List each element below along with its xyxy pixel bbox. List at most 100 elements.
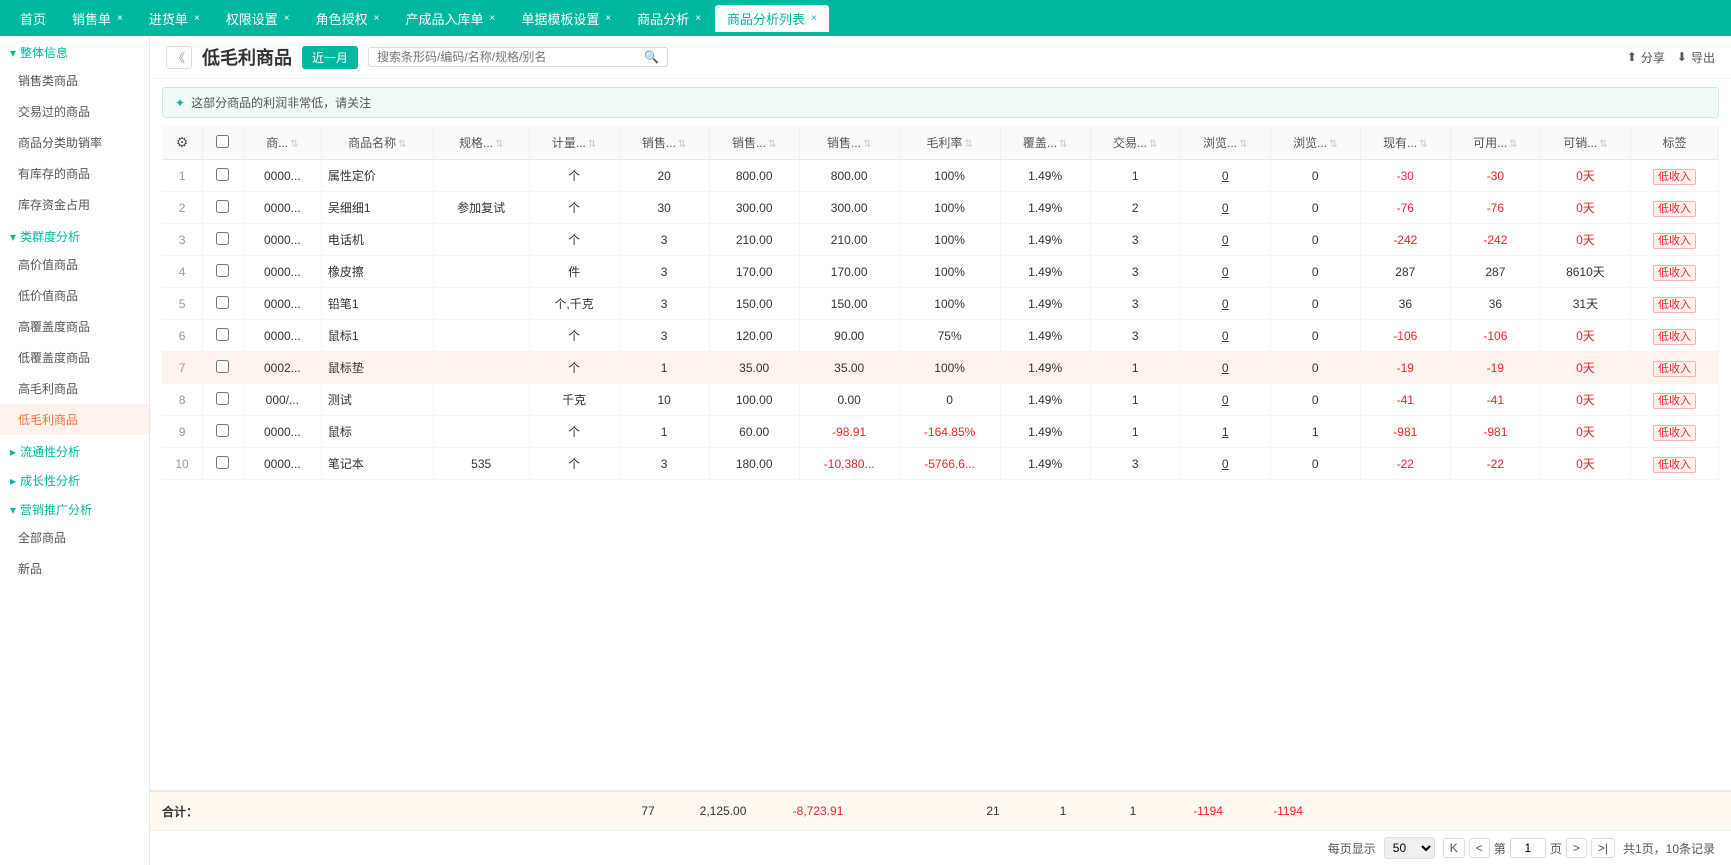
search-input[interactable] <box>377 50 640 64</box>
row-sales-price: 100.00 <box>709 384 799 416</box>
sidebar-item-sales-products[interactable]: 销售类商品 <box>0 65 149 96</box>
nav-purchase[interactable]: 进货单 × <box>137 5 212 32</box>
select-all-checkbox[interactable] <box>216 135 229 148</box>
sidebar-item-high-value[interactable]: 高价值商品 <box>0 249 149 280</box>
sidebar-group-overall[interactable]: ▾ 整体信息 <box>0 36 149 65</box>
col-coverage[interactable]: 覆盖...⇅ <box>1000 126 1090 160</box>
row-views1[interactable]: 0 <box>1180 192 1270 224</box>
row-checkbox[interactable] <box>203 320 244 352</box>
row-views1[interactable]: 0 <box>1180 384 1270 416</box>
page-next-button[interactable]: > <box>1566 838 1587 858</box>
row-checkbox[interactable] <box>203 256 244 288</box>
col-code[interactable]: 商...⇅ <box>243 126 321 160</box>
row-checkbox[interactable] <box>203 448 244 480</box>
search-box[interactable]: 🔍 <box>368 47 668 67</box>
row-checkbox[interactable] <box>203 288 244 320</box>
nav-sales[interactable]: 销售单 × <box>60 5 135 32</box>
nav-product-analysis-list[interactable]: 商品分析列表 × <box>715 5 829 32</box>
row-available-stock: -22 <box>1450 448 1540 480</box>
sidebar-group-marketing[interactable]: ▾ 营销推广分析 <box>0 493 149 522</box>
nav-product-analysis-list-close[interactable]: × <box>811 13 817 24</box>
col-tag[interactable]: 标签 <box>1630 126 1718 160</box>
sidebar-item-all-products[interactable]: 全部商品 <box>0 522 149 553</box>
sidebar-item-traded-products[interactable]: 交易过的商品 <box>0 96 149 127</box>
row-unit: 个 <box>529 160 619 192</box>
row-sales-price: 180.00 <box>709 448 799 480</box>
sidebar-item-low-margin[interactable]: 低毛利商品 <box>0 404 149 435</box>
col-available-stock[interactable]: 可用...⇅ <box>1450 126 1540 160</box>
sidebar-item-in-stock[interactable]: 有库存的商品 <box>0 158 149 189</box>
sidebar-item-high-coverage[interactable]: 高覆盖度商品 <box>0 311 149 342</box>
time-filter-button[interactable]: 近一月 <box>302 46 358 69</box>
nav-sales-close[interactable]: × <box>117 13 123 24</box>
col-sales-price[interactable]: 销售...⇅ <box>709 126 799 160</box>
col-sales-qty[interactable]: 销售...⇅ <box>619 126 709 160</box>
col-saleable[interactable]: 可销...⇅ <box>1540 126 1630 160</box>
row-views1[interactable]: 0 <box>1180 320 1270 352</box>
col-views1[interactable]: 浏览...⇅ <box>1180 126 1270 160</box>
sidebar-item-stock-capital[interactable]: 库存资金占用 <box>0 189 149 220</box>
col-settings[interactable]: ⚙ <box>162 126 203 160</box>
notice-bar: ✦ 这部分商品的利润非常低，请关注 <box>162 87 1719 118</box>
nav-purchase-close[interactable]: × <box>194 13 200 24</box>
sidebar-group-liquidity[interactable]: ▸ 流通性分析 <box>0 435 149 464</box>
row-checkbox[interactable] <box>203 416 244 448</box>
nav-template[interactable]: 单据模板设置 × <box>509 5 623 32</box>
nav-products-in-close[interactable]: × <box>489 13 495 24</box>
page-first-button[interactable]: K <box>1443 838 1465 858</box>
col-gross-margin[interactable]: 毛利率⇅ <box>899 126 1000 160</box>
row-spec <box>433 352 529 384</box>
row-current-stock: -76 <box>1360 192 1450 224</box>
sidebar-toggle-button[interactable]: 《 <box>166 46 192 69</box>
nav-home[interactable]: 首页 <box>8 5 58 32</box>
col-name[interactable]: 商品名称⇅ <box>321 126 433 160</box>
row-checkbox[interactable] <box>203 224 244 256</box>
sidebar-item-new-products[interactable]: 新品 <box>0 553 149 584</box>
chevron-down-icon-2: ▾ <box>10 230 16 244</box>
row-checkbox[interactable] <box>203 160 244 192</box>
row-checkbox[interactable] <box>203 384 244 416</box>
nav-permissions[interactable]: 权限设置 × <box>214 5 302 32</box>
sidebar-item-high-margin[interactable]: 高毛利商品 <box>0 373 149 404</box>
sidebar-group-cluster[interactable]: ▾ 类群度分析 <box>0 220 149 249</box>
row-spec: 535 <box>433 448 529 480</box>
row-views1[interactable]: 0 <box>1180 224 1270 256</box>
sidebar-item-low-coverage[interactable]: 低覆盖度商品 <box>0 342 149 373</box>
sidebar-item-low-value[interactable]: 低价值商品 <box>0 280 149 311</box>
nav-roles[interactable]: 角色授权 × <box>304 5 392 32</box>
col-trade[interactable]: 交易...⇅ <box>1090 126 1180 160</box>
settings-icon[interactable]: ⚙ <box>176 134 189 150</box>
sort-icon-trade: ⇅ <box>1149 139 1157 150</box>
col-current-stock[interactable]: 现有...⇅ <box>1360 126 1450 160</box>
col-sales-amount[interactable]: 销售...⇅ <box>799 126 899 160</box>
row-views1[interactable]: 0 <box>1180 160 1270 192</box>
row-checkbox[interactable] <box>203 192 244 224</box>
sidebar-group-growth[interactable]: ▸ 成长性分析 <box>0 464 149 493</box>
sidebar-item-category-rate[interactable]: 商品分类助销率 <box>0 127 149 158</box>
nav-permissions-close[interactable]: × <box>284 13 290 24</box>
row-views1[interactable]: 0 <box>1180 288 1270 320</box>
nav-product-analysis-close[interactable]: × <box>695 13 701 24</box>
page-number-input[interactable] <box>1510 838 1546 858</box>
nav-products-in[interactable]: 产成品入库单 × <box>393 5 507 32</box>
search-icon[interactable]: 🔍 <box>644 50 659 64</box>
row-views1[interactable]: 0 <box>1180 448 1270 480</box>
col-spec[interactable]: 规格...⇅ <box>433 126 529 160</box>
nav-roles-close[interactable]: × <box>374 13 380 24</box>
nav-template-close[interactable]: × <box>605 13 611 24</box>
row-checkbox[interactable] <box>203 352 244 384</box>
share-button[interactable]: ⬆ 分享 <box>1627 49 1665 66</box>
row-sales-qty: 1 <box>619 416 709 448</box>
col-checkbox[interactable] <box>203 126 244 160</box>
nav-product-analysis[interactable]: 商品分析 × <box>625 5 713 32</box>
row-views1[interactable]: 0 <box>1180 352 1270 384</box>
page-last-button[interactable]: >| <box>1591 838 1615 858</box>
per-page-select[interactable]: 50 100 200 <box>1384 837 1435 859</box>
row-views1[interactable]: 1 <box>1180 416 1270 448</box>
row-saleable: 8610天 <box>1540 256 1630 288</box>
page-prev-button[interactable]: < <box>1469 838 1490 858</box>
col-unit[interactable]: 计量...⇅ <box>529 126 619 160</box>
export-button[interactable]: ⬇ 导出 <box>1677 49 1715 66</box>
col-views2[interactable]: 浏览...⇅ <box>1270 126 1360 160</box>
row-views1[interactable]: 0 <box>1180 256 1270 288</box>
